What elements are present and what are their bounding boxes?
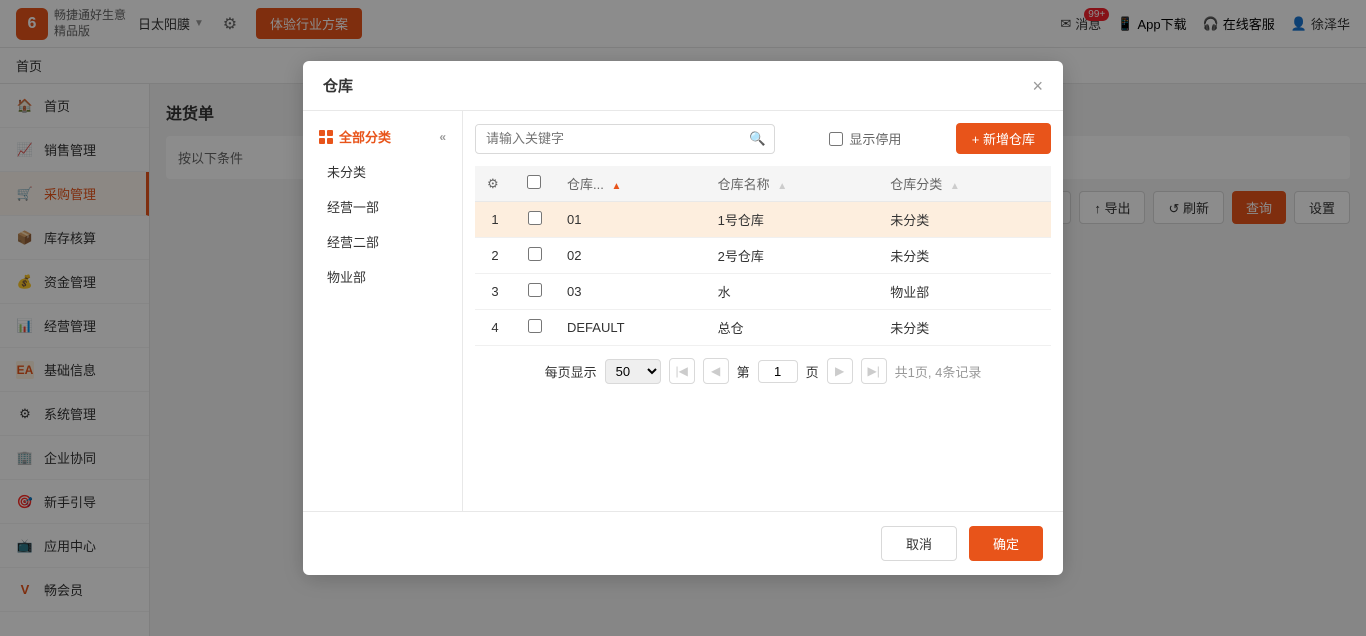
collapse-icon[interactable]: «	[439, 130, 446, 144]
all-categories-label: 全部分类	[339, 127, 391, 146]
row-checkbox-cell	[515, 202, 555, 238]
table-toolbar: 🔍 显示停用 + 新增仓库	[475, 123, 1051, 154]
row-checkbox[interactable]	[528, 247, 542, 261]
show-disabled-checkbox[interactable]	[829, 132, 843, 146]
category-item-property[interactable]: 物业部	[303, 259, 462, 294]
table-header-row: ⚙ 仓库... ▲ 仓库名称 ▲ 仓库分类 ▲	[475, 166, 1051, 202]
show-disabled-label: 显示停用	[849, 129, 901, 148]
row-name: 水	[706, 274, 879, 310]
row-category: 物业部	[878, 274, 1051, 310]
row-code: 03	[555, 274, 706, 310]
row-checkbox-cell	[515, 274, 555, 310]
warehouse-dialog: 仓库 × 全部分类 « 未分类 经营一部 经营二部	[303, 61, 1063, 575]
row-num: 1	[475, 202, 515, 238]
row-name: 总仓	[706, 310, 879, 346]
last-page-button[interactable]: ▶|	[861, 358, 887, 384]
row-name: 2号仓库	[706, 238, 879, 274]
prev-page-button[interactable]: ◀	[703, 358, 729, 384]
per-page-label: 每页显示	[545, 362, 597, 381]
dialog-body: 全部分类 « 未分类 经营一部 经营二部 物业部 🔍	[303, 111, 1063, 511]
category-item-uncat[interactable]: 未分类	[303, 154, 462, 189]
row-category: 未分类	[878, 310, 1051, 346]
category-panel: 全部分类 « 未分类 经营一部 经营二部 物业部	[303, 111, 463, 511]
next-page-button[interactable]: ▶	[827, 358, 853, 384]
row-checkbox[interactable]	[528, 319, 542, 333]
category-all[interactable]: 全部分类 «	[303, 119, 462, 154]
confirm-button[interactable]: 确定	[969, 526, 1043, 561]
row-checkbox[interactable]	[528, 283, 542, 297]
show-disabled-area: 显示停用	[829, 129, 901, 148]
th-code: 仓库... ▲	[555, 166, 706, 202]
row-num: 4	[475, 310, 515, 346]
dialog-close-button[interactable]: ×	[1032, 77, 1043, 95]
dialog-title: 仓库	[323, 75, 353, 96]
warehouse-table: ⚙ 仓库... ▲ 仓库名称 ▲ 仓库分类 ▲ 1 01	[475, 166, 1051, 346]
row-category: 未分类	[878, 238, 1051, 274]
total-info: 共1页, 4条记录	[895, 362, 982, 381]
row-checkbox-cell	[515, 238, 555, 274]
table-panel: 🔍 显示停用 + 新增仓库 ⚙ 仓库... ▲	[463, 111, 1063, 511]
grid-icon	[319, 130, 333, 144]
page-label: 第	[737, 362, 750, 381]
row-code: DEFAULT	[555, 310, 706, 346]
dialog-footer: 取消 确定	[303, 511, 1063, 575]
cancel-button[interactable]: 取消	[881, 526, 957, 561]
row-code: 01	[555, 202, 706, 238]
per-page-select[interactable]: 50 100 200	[605, 359, 661, 384]
search-input[interactable]	[476, 125, 741, 152]
page-unit: 页	[806, 362, 819, 381]
category-item-dept1[interactable]: 经营一部	[303, 189, 462, 224]
sort-icon-code: ▲	[611, 181, 621, 192]
row-num: 3	[475, 274, 515, 310]
row-code: 02	[555, 238, 706, 274]
sort-icon-name: ▲	[777, 181, 787, 192]
new-warehouse-button[interactable]: + 新增仓库	[956, 123, 1051, 154]
search-button[interactable]: 🔍	[741, 125, 774, 153]
table-row[interactable]: 2 02 2号仓库 未分类	[475, 238, 1051, 274]
select-all-checkbox[interactable]	[527, 175, 541, 189]
row-checkbox-cell	[515, 310, 555, 346]
page-number-input[interactable]	[758, 360, 798, 383]
first-page-button[interactable]: |◀	[669, 358, 695, 384]
sort-icon-category: ▲	[950, 181, 960, 192]
row-num: 2	[475, 238, 515, 274]
pagination: 每页显示 50 100 200 |◀ ◀ 第 页 ▶ ▶| 共1页, 4条记录	[475, 346, 1051, 388]
row-category: 未分类	[878, 202, 1051, 238]
row-name: 1号仓库	[706, 202, 879, 238]
th-checkbox	[515, 166, 555, 202]
th-category: 仓库分类 ▲	[878, 166, 1051, 202]
table-row[interactable]: 1 01 1号仓库 未分类	[475, 202, 1051, 238]
search-box: 🔍	[475, 124, 775, 154]
table-body: 1 01 1号仓库 未分类 2 02 2号仓库 未分类	[475, 202, 1051, 346]
dialog-header: 仓库 ×	[303, 61, 1063, 111]
th-name: 仓库名称 ▲	[706, 166, 879, 202]
dialog-overlay: 仓库 × 全部分类 « 未分类 经营一部 经营二部	[0, 0, 1366, 636]
table-row[interactable]: 3 03 水 物业部	[475, 274, 1051, 310]
th-settings: ⚙	[475, 166, 515, 202]
table-row[interactable]: 4 DEFAULT 总仓 未分类	[475, 310, 1051, 346]
category-item-dept2[interactable]: 经营二部	[303, 224, 462, 259]
row-checkbox[interactable]	[528, 211, 542, 225]
